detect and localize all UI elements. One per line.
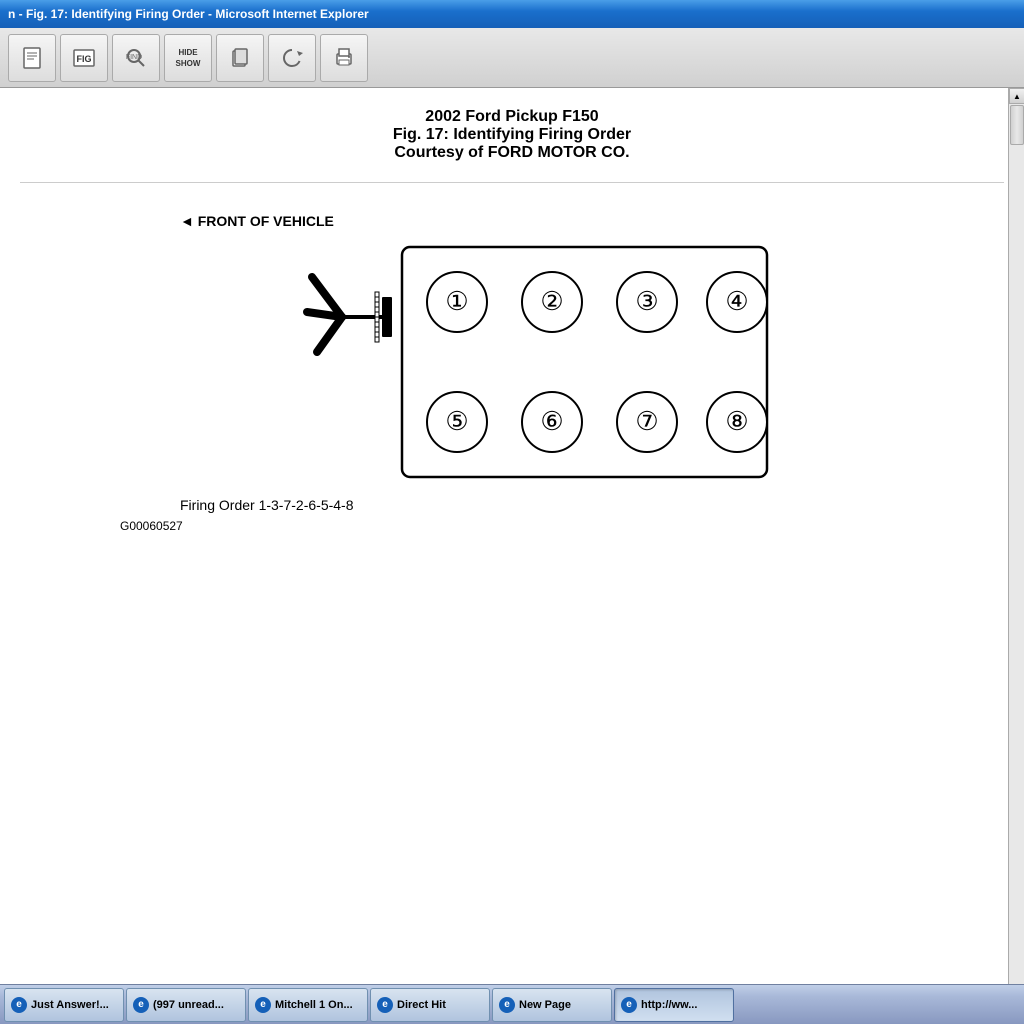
- page-icon: [20, 46, 44, 70]
- print-icon: [332, 46, 356, 70]
- title-bar: n - Fig. 17: Identifying Firing Order - …: [0, 0, 1024, 28]
- copy-btn[interactable]: [216, 34, 264, 82]
- ie-icon-4: e: [377, 997, 393, 1013]
- scrollbar[interactable]: ▲: [1008, 88, 1024, 984]
- taskbar-label-6: http://ww...: [641, 999, 697, 1011]
- taskbar-mitchell[interactable]: e Mitchell 1 On...: [248, 988, 368, 1022]
- taskbar-justanswer[interactable]: e Just Answer!...: [4, 988, 124, 1022]
- main-content: 2002 Ford Pickup F150 Fig. 17: Identifyi…: [0, 88, 1024, 984]
- find-icon: FIND: [124, 46, 148, 70]
- fig-icon: FIG: [72, 48, 96, 68]
- diagram-area: ◄ FRONT OF VEHICLE: [60, 213, 1004, 533]
- taskbar-current[interactable]: e http://ww...: [614, 988, 734, 1022]
- svg-text:⑤: ⑤: [445, 406, 468, 436]
- ie-icon-5: e: [499, 997, 515, 1013]
- svg-text:⑥: ⑥: [540, 406, 563, 436]
- doc-title: 2002 Ford Pickup F150 Fig. 17: Identifyi…: [20, 108, 1004, 162]
- ie-icon-3: e: [255, 997, 271, 1013]
- ie-icon-2: e: [133, 997, 149, 1013]
- find-btn[interactable]: FIND: [112, 34, 160, 82]
- taskbar-label-3: Mitchell 1 On...: [275, 999, 353, 1011]
- hideshow-btn[interactable]: HIDE SHOW: [164, 34, 212, 82]
- scroll-up-btn[interactable]: ▲: [1009, 88, 1024, 104]
- ie-icon-6: e: [621, 997, 637, 1013]
- taskbar-label-1: Just Answer!...: [31, 999, 109, 1011]
- refresh-icon: [280, 46, 304, 70]
- crankshaft-svg: [287, 237, 397, 487]
- taskbar-997[interactable]: e (997 unread...: [126, 988, 246, 1022]
- firing-order-text: Firing Order 1-3-7-2-6-5-4-8: [180, 497, 354, 513]
- front-of-vehicle-label: ◄ FRONT OF VEHICLE: [180, 213, 334, 229]
- svg-text:④: ④: [725, 286, 748, 316]
- svg-text:FIND: FIND: [126, 54, 142, 61]
- fig-btn[interactable]: FIG: [60, 34, 108, 82]
- hideshow-label2: SHOW: [176, 59, 201, 68]
- taskbar-label-2: (997 unread...: [153, 999, 224, 1011]
- refresh-btn[interactable]: [268, 34, 316, 82]
- engine-diagram-container: ① ② ③ ④ ⑤ ⑥ ⑦: [287, 237, 777, 487]
- taskbar-label-5: New Page: [519, 999, 571, 1011]
- title-divider: [20, 182, 1004, 183]
- title-line3: Courtesy of FORD MOTOR CO.: [20, 144, 1004, 162]
- title-bar-text: n - Fig. 17: Identifying Firing Order - …: [8, 7, 369, 21]
- svg-text:③: ③: [635, 286, 658, 316]
- code-ref: G00060527: [120, 519, 183, 533]
- svg-text:FIG: FIG: [77, 54, 92, 64]
- copy-icon: [228, 46, 252, 70]
- svg-text:①: ①: [445, 286, 468, 316]
- toolbar: FIG FIND HIDE SHOW: [0, 28, 1024, 88]
- scroll-thumb[interactable]: [1010, 105, 1024, 145]
- taskbar-label-4: Direct Hit: [397, 999, 446, 1011]
- taskbar-newpage[interactable]: e New Page: [492, 988, 612, 1022]
- print-btn[interactable]: [320, 34, 368, 82]
- engine-block-svg: ① ② ③ ④ ⑤ ⑥ ⑦: [397, 237, 777, 487]
- svg-text:⑦: ⑦: [635, 406, 658, 436]
- taskbar-directhit[interactable]: e Direct Hit: [370, 988, 490, 1022]
- svg-text:⑧: ⑧: [725, 406, 748, 436]
- title-line1: 2002 Ford Pickup F150: [20, 108, 1004, 126]
- hideshow-label: HIDE: [178, 48, 197, 57]
- page-btn[interactable]: [8, 34, 56, 82]
- taskbar: e Just Answer!... e (997 unread... e Mit…: [0, 984, 1024, 1024]
- ie-icon-1: e: [11, 997, 27, 1013]
- title-line2: Fig. 17: Identifying Firing Order: [20, 126, 1004, 144]
- svg-text:②: ②: [540, 286, 563, 316]
- front-label-text: ◄ FRONT OF VEHICLE: [180, 213, 334, 229]
